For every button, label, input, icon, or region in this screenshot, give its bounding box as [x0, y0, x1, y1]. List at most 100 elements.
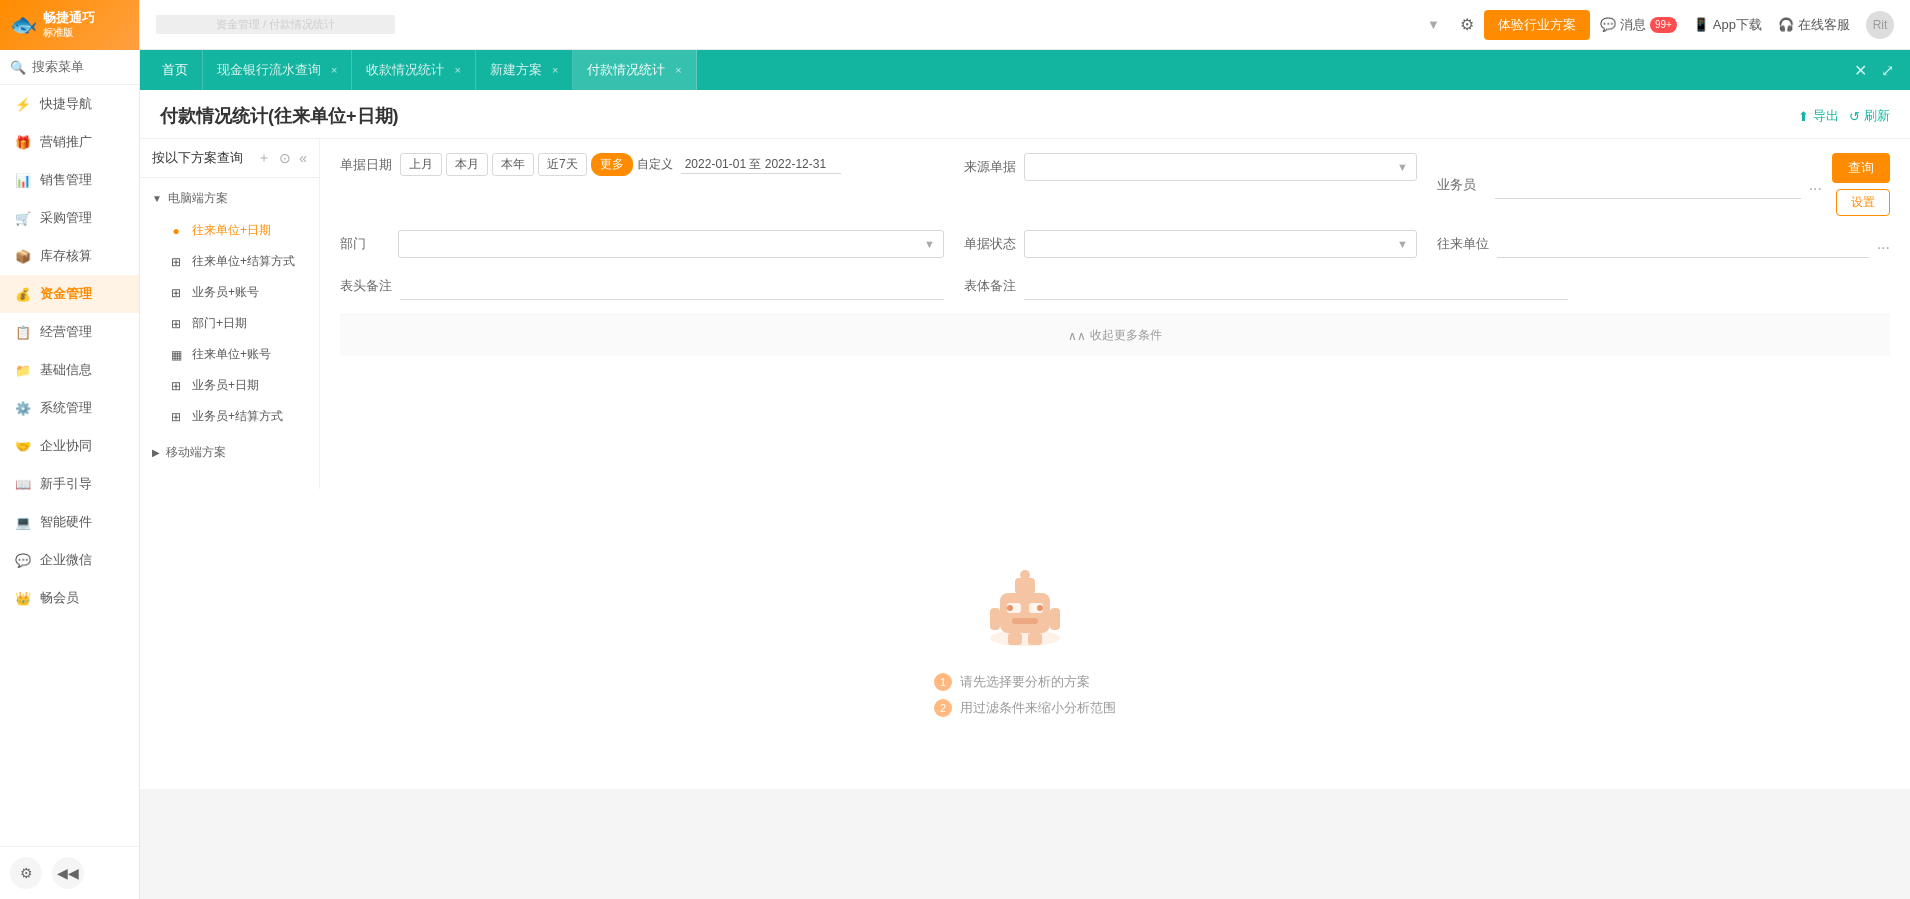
scheme-item-staff-settle[interactable]: ⊞ 业务员+结算方式 — [140, 401, 319, 432]
scheme-item-unit-account[interactable]: ▦ 往来单位+账号 — [140, 339, 319, 370]
table-header-note-label: 表头备注 — [340, 277, 392, 295]
sidebar-item-operations[interactable]: 📋 经营管理 — [0, 313, 139, 351]
export-label: 导出 — [1813, 107, 1839, 125]
sidebar-item-member[interactable]: 👑 畅会员 — [0, 579, 139, 617]
collapse-scheme-icon[interactable]: « — [299, 150, 307, 166]
trial-button[interactable]: 体验行业方案 — [1484, 10, 1590, 40]
tab-payment-close[interactable]: × — [675, 64, 681, 76]
sidebar-item-hardware[interactable]: 💻 智能硬件 — [0, 503, 139, 541]
refresh-button[interactable]: ↺ 刷新 — [1849, 107, 1890, 125]
logo-sub: 标准版 — [43, 26, 95, 40]
custom-btn[interactable]: 自定义 — [637, 156, 673, 173]
message-action[interactable]: 💬 消息 99+ — [1600, 16, 1677, 34]
filter-table-body-note: 表体备注 — [964, 272, 1568, 300]
svg-point-6 — [1020, 570, 1030, 580]
online-service-action[interactable]: 🎧 在线客服 — [1778, 16, 1850, 34]
filter-date-buttons: 上月 本月 本年 近7天 更多 自定义 — [400, 153, 841, 176]
scheme-item-staff-account[interactable]: ⊞ 业务员+账号 — [140, 277, 319, 308]
date-range-input[interactable] — [681, 155, 841, 174]
related-unit-input[interactable] — [1497, 230, 1869, 258]
scheme-table-icon: ⊞ — [168, 254, 184, 270]
last-month-btn[interactable]: 上月 — [400, 153, 442, 176]
sidebar-item-quick-nav[interactable]: ⚡ 快捷导航 — [0, 85, 139, 123]
search-icon: 🔍 — [10, 60, 26, 75]
sidebar-item-label: 库存核算 — [40, 247, 92, 265]
svg-rect-10 — [1028, 633, 1042, 645]
sidebar-item-purchase[interactable]: 🛒 采购管理 — [0, 199, 139, 237]
source-voucher-select[interactable]: ▼ — [1024, 153, 1417, 181]
close-all-tabs-btn[interactable]: ✕ — [1850, 57, 1871, 84]
more-btn[interactable]: 更多 — [591, 153, 633, 176]
scheme-item-unit-date[interactable]: ● 往来单位+日期 — [140, 215, 319, 246]
tab-receivable-close[interactable]: × — [454, 64, 460, 76]
sidebar-item-system[interactable]: ⚙️ 系统管理 — [0, 389, 139, 427]
filter-dept: 部门 ▼ — [340, 230, 944, 258]
dept-label: 部门 — [340, 235, 390, 253]
sidebar-item-marketing[interactable]: 🎁 营销推广 — [0, 123, 139, 161]
operations-icon: 📋 — [14, 323, 32, 341]
tab-new-scheme[interactable]: 新建方案 × — [476, 50, 573, 90]
tab-cash-flow[interactable]: 现金银行流水查询 × — [203, 50, 352, 90]
add-scheme-icon[interactable]: ＋ — [257, 149, 271, 167]
sidebar-item-inventory[interactable]: 📦 库存核算 — [0, 237, 139, 275]
gear-icon[interactable]: ⚙ — [1460, 15, 1474, 34]
chevron-down-icon[interactable]: ▼ — [1427, 17, 1440, 32]
dept-arrow: ▼ — [924, 238, 935, 250]
table-header-note-input[interactable] — [400, 272, 944, 300]
query-btn-area: 查询 设置 — [1830, 153, 1890, 216]
empty-num-1: 1 — [934, 673, 952, 691]
search-menu[interactable]: 🔍 搜索菜单 — [0, 50, 139, 85]
collapse-more-btn[interactable]: ∧∧ 收起更多条件 — [340, 314, 1890, 356]
app-download-label: App下载 — [1713, 16, 1762, 34]
export-button[interactable]: ⬆ 导出 — [1798, 107, 1839, 125]
main-area: 资金管理 / 付款情况统计 ▼ ⚙ 体验行业方案 💬 消息 99+ 📱 App下… — [140, 0, 1910, 899]
table-body-note-input[interactable] — [1024, 272, 1568, 300]
filter-panel: 单据日期 上月 本月 本年 近7天 更多 自定义 来 — [320, 139, 1910, 489]
last-7-days-btn[interactable]: 近7天 — [538, 153, 587, 176]
query-button[interactable]: 查询 — [1832, 153, 1890, 183]
related-unit-dots[interactable]: ... — [1877, 235, 1890, 253]
user-avatar[interactable]: Rit — [1866, 11, 1894, 39]
system-icon: ⚙️ — [14, 399, 32, 417]
settings-scheme-icon[interactable]: ⊙ — [279, 150, 291, 166]
this-month-btn[interactable]: 本月 — [446, 153, 488, 176]
filter-table-header-note: 表头备注 — [340, 272, 944, 300]
settings-button[interactable]: 设置 — [1836, 189, 1890, 216]
scheme-item-dept-date[interactable]: ⊞ 部门+日期 — [140, 308, 319, 339]
tab-cash-flow-close[interactable]: × — [331, 64, 337, 76]
filter-row-1: 单据日期 上月 本月 本年 近7天 更多 自定义 来 — [340, 153, 1890, 216]
sidebar-item-sales[interactable]: 📊 销售管理 — [0, 161, 139, 199]
tab-new-scheme-label: 新建方案 — [490, 61, 542, 79]
scheme-group-desktop-title[interactable]: ▼ 电脑端方案 — [140, 182, 319, 215]
expand-tabs-btn[interactable]: ⤢ — [1877, 57, 1898, 84]
scheme-item-unit-settle[interactable]: ⊞ 往来单位+结算方式 — [140, 246, 319, 277]
scheme-panel: 按以下方案查询 ＋ ⊙ « ▼ 电脑端方案 ● 往来单位+日期 — [140, 139, 320, 489]
tab-new-scheme-close[interactable]: × — [552, 64, 558, 76]
scheme-item-label: 往来单位+账号 — [192, 346, 271, 363]
empty-state: 1 请先选择要分析的方案 2 用过滤条件来缩小分析范围 — [140, 489, 1910, 789]
tab-home[interactable]: 首页 — [148, 50, 203, 90]
group-mobile-label: 移动端方案 — [166, 444, 226, 461]
salesperson-dots[interactable]: ... — [1809, 176, 1822, 194]
scheme-group-mobile-title[interactable]: ▶ 移动端方案 — [140, 436, 319, 469]
sidebar-item-guide[interactable]: 📖 新手引导 — [0, 465, 139, 503]
this-year-btn[interactable]: 本年 — [492, 153, 534, 176]
filter-salesperson: 业务员 ... 查询 设置 — [1437, 153, 1890, 216]
salesperson-input[interactable] — [1495, 171, 1801, 199]
collapse-sidebar-btn[interactable]: ◀◀ — [52, 857, 84, 889]
sidebar-item-finance[interactable]: 💰 资金管理 — [0, 275, 139, 313]
app-download-action[interactable]: 📱 App下载 — [1693, 16, 1762, 34]
sidebar-item-wechat[interactable]: 💬 企业微信 — [0, 541, 139, 579]
voucher-status-select[interactable]: ▼ — [1024, 230, 1417, 258]
scheme-table-icon2: ⊞ — [168, 285, 184, 301]
scheme-table-icon4: ⊞ — [168, 378, 184, 394]
sidebar-item-enterprise[interactable]: 🤝 企业协同 — [0, 427, 139, 465]
scheme-item-staff-date[interactable]: ⊞ 业务员+日期 — [140, 370, 319, 401]
group-desktop-label: 电脑端方案 — [168, 190, 228, 207]
filter-row-2: 部门 ▼ 单据状态 ▼ 往来单位 — [340, 230, 1890, 258]
settings-bottom-btn[interactable]: ⚙ — [10, 857, 42, 889]
tab-payment[interactable]: 付款情况统计 × — [573, 50, 696, 90]
sidebar-item-basic[interactable]: 📁 基础信息 — [0, 351, 139, 389]
tab-receivable[interactable]: 收款情况统计 × — [352, 50, 475, 90]
dept-select[interactable]: ▼ — [398, 230, 944, 258]
